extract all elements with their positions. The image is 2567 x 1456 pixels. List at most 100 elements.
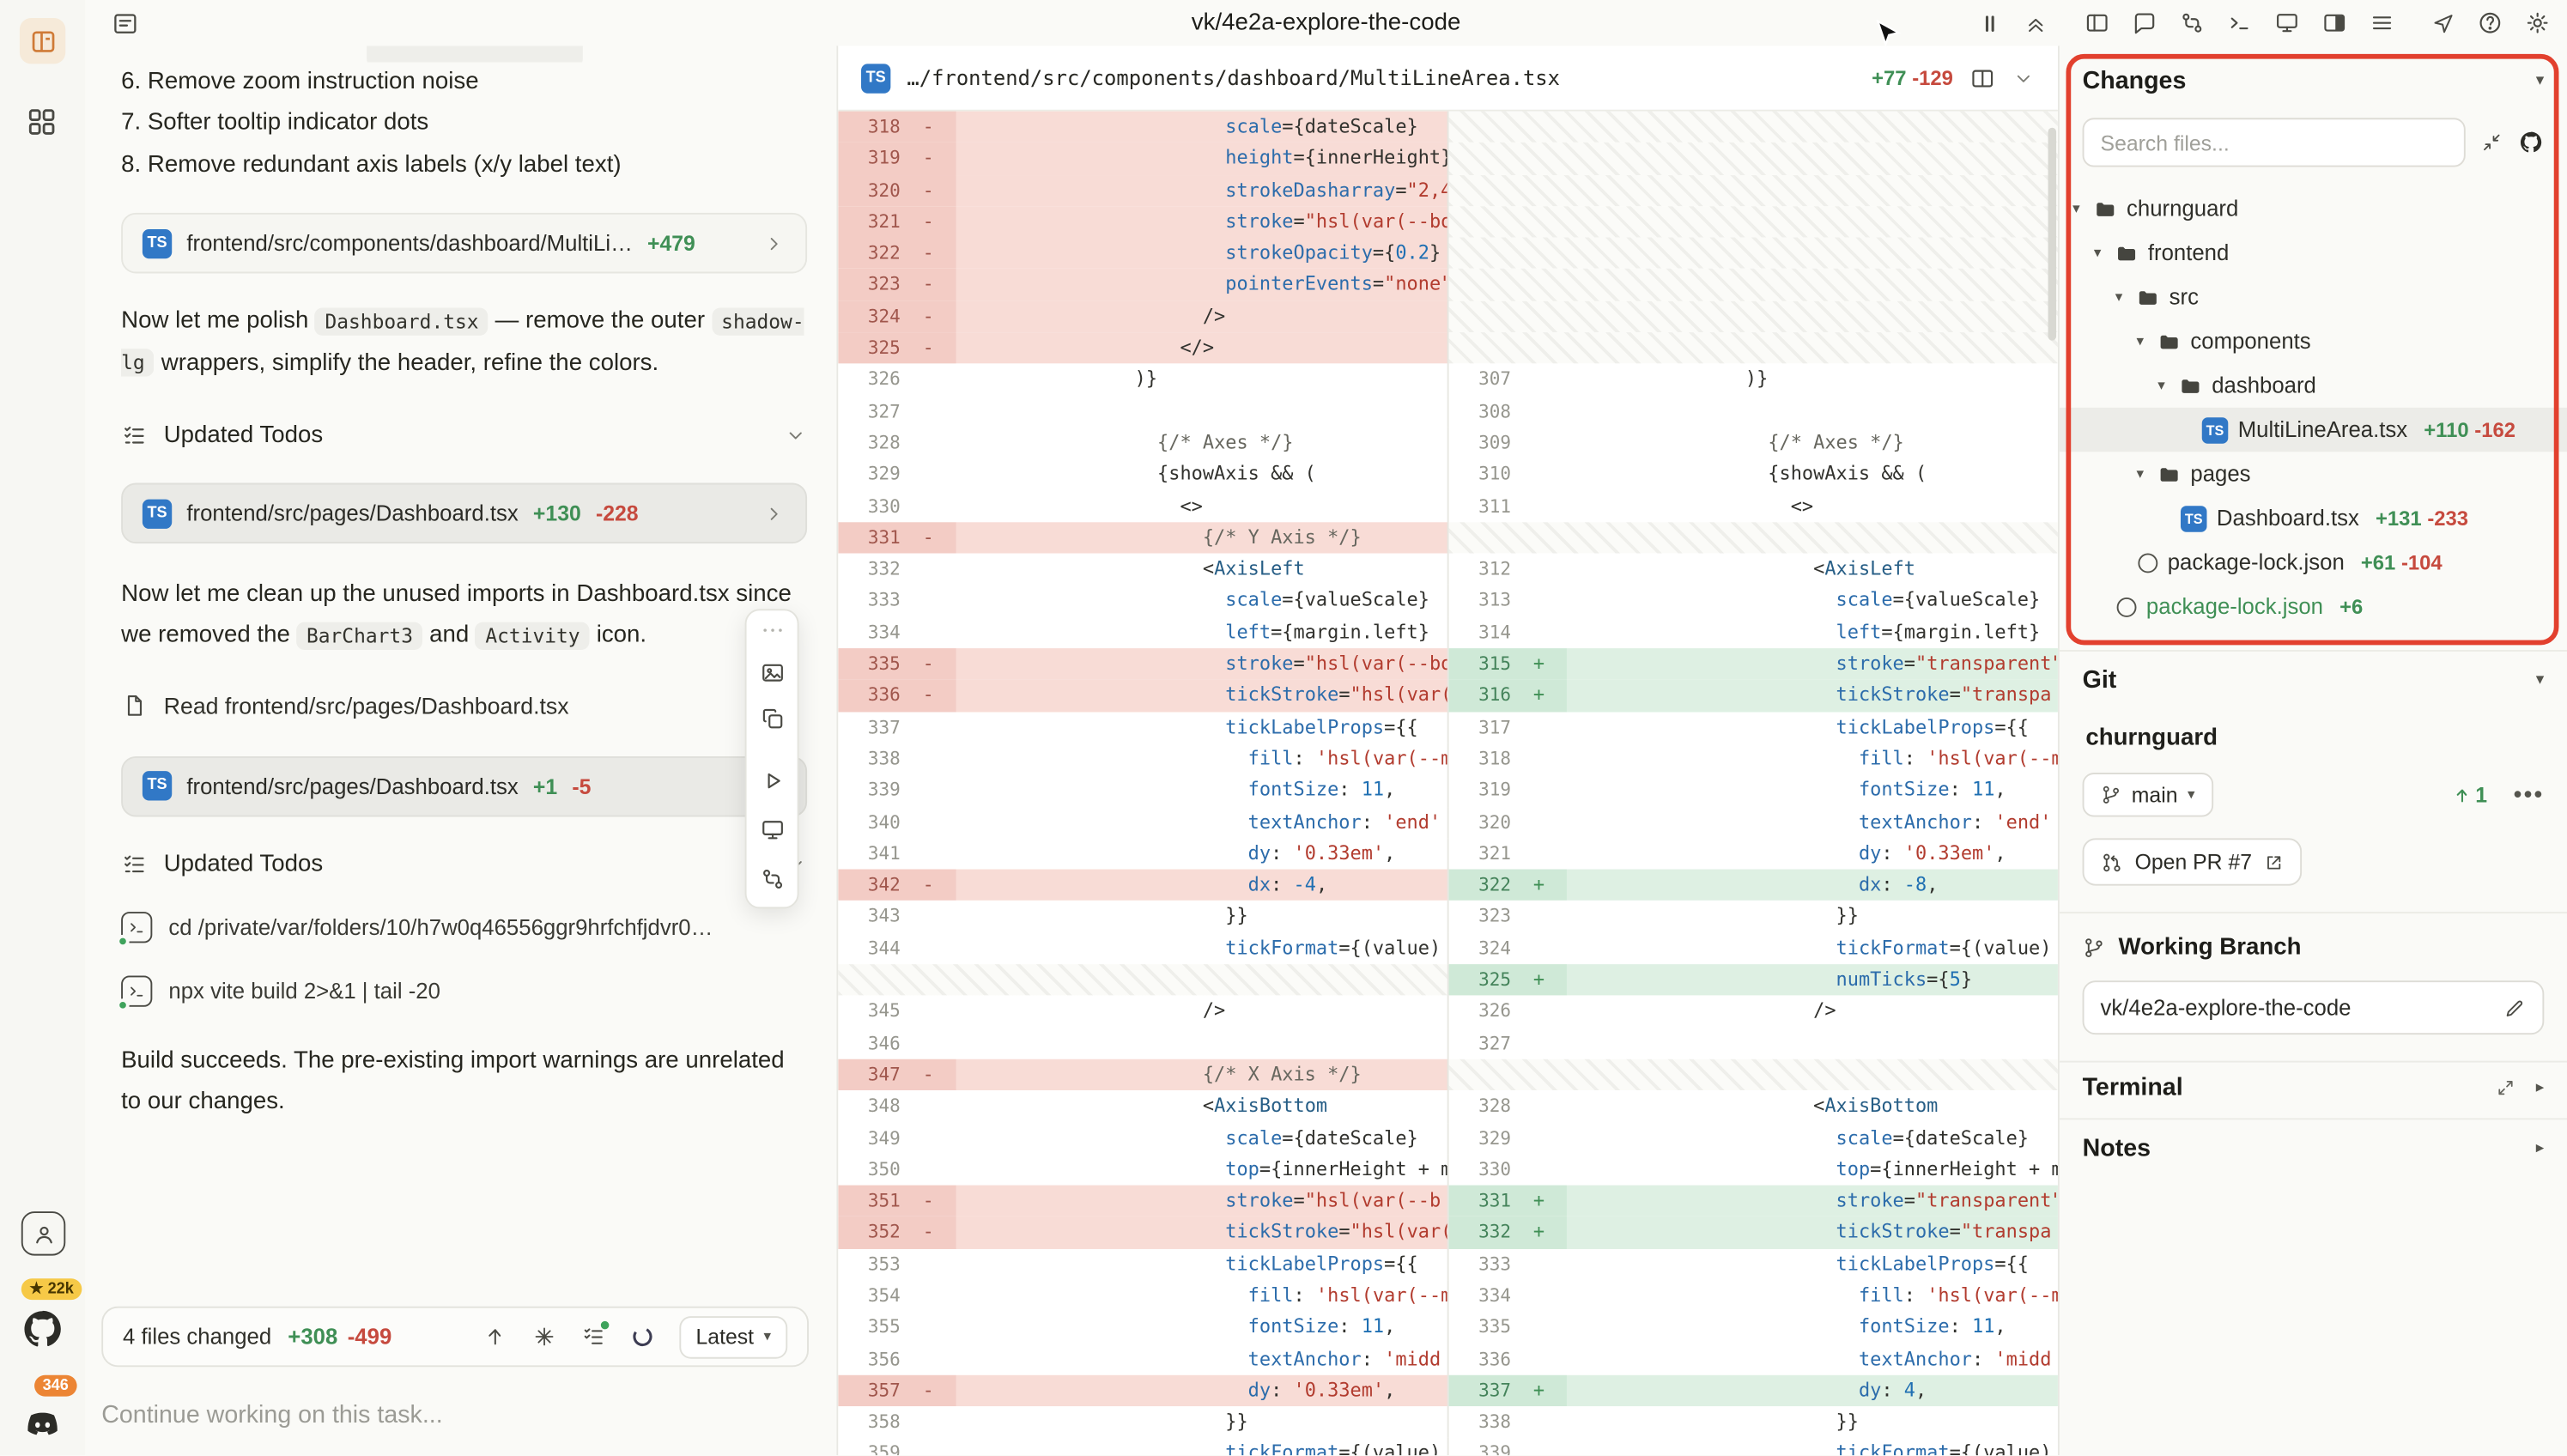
pause-icon[interactable]	[1978, 10, 2003, 35]
tree-item-multilinearea.tsx[interactable]: TSMultiLineArea.tsx+110 -162	[2060, 408, 2567, 452]
branch-selector[interactable]: main ▾	[2083, 773, 2213, 816]
app-icon[interactable]	[20, 18, 65, 64]
changes-status-bar[interactable]: 4 files changed +308 -499 Latest▾	[101, 1307, 809, 1368]
chevron-down-icon[interactable]	[784, 424, 807, 447]
arrow-up-icon[interactable]	[483, 1325, 508, 1350]
screenshot-icon[interactable]	[760, 659, 786, 686]
file-diff-card[interactable]: TS frontend/src/pages/Dashboard.tsx +130…	[121, 483, 807, 544]
chevron-down-icon[interactable]: ▾	[2157, 377, 2179, 395]
chevron-down-icon[interactable]: ▾	[2136, 465, 2157, 483]
todos-icon[interactable]	[581, 1325, 606, 1350]
chevron-right-icon[interactable]	[763, 232, 786, 255]
share-icon[interactable]	[2431, 10, 2456, 35]
diff-line-removed: 324- />	[838, 300, 1448, 332]
pr-row: Open PR #7	[2083, 838, 2545, 885]
terminal-command-row[interactable]: cd /private/var/folders/10/h7w0q46556ggr…	[121, 908, 807, 948]
file-diff-card[interactable]: TS frontend/src/components/dashboard/Mul…	[121, 213, 807, 274]
working-branch-input[interactable]	[2101, 995, 2491, 1020]
asterisk-icon[interactable]	[532, 1325, 557, 1350]
play-icon[interactable]	[760, 767, 786, 794]
terminal-section-header[interactable]: Terminal ▸	[2060, 1063, 2567, 1112]
change-counts: +131 -233	[2376, 507, 2468, 530]
topbar: vk/4e2a-explore-the-code	[85, 0, 2567, 46]
diff-line-context: 356 textAnchor: 'midd	[838, 1344, 1448, 1375]
chevron-down-icon[interactable]: ▾	[2536, 670, 2545, 689]
git-section-header[interactable]: Git ▾	[2060, 658, 2567, 701]
panel-left-icon[interactable]	[2084, 9, 2110, 36]
chevron-down-icon[interactable]	[2012, 66, 2036, 89]
tree-item-src[interactable]: ▾src	[2060, 275, 2567, 318]
pencil-icon[interactable]	[2503, 996, 2527, 1019]
diff-row: 345 />326 />	[838, 996, 2058, 1028]
terminal-prompt-icon[interactable]	[2226, 9, 2253, 36]
left-rail: ★ 22k 346	[0, 0, 85, 1455]
chevron-right-icon[interactable]: ▸	[2536, 1138, 2545, 1156]
tree-item-churnguard[interactable]: ▾churnguard	[2060, 186, 2567, 230]
search-input[interactable]	[2083, 118, 2466, 167]
chevron-down-icon[interactable]: ▾	[2536, 71, 2545, 89]
inline-code: BarChart3	[297, 622, 423, 649]
diff-line-context: 339 tickFormat={(value)	[1449, 1438, 2058, 1455]
tree-item-package-lock.json[interactable]: package-lock.json+6	[2060, 585, 2567, 628]
git-compare-icon[interactable]	[760, 866, 786, 893]
chevron-down-icon[interactable]: ▾	[2115, 288, 2137, 306]
updated-todos-row[interactable]: Updated Todos	[121, 415, 807, 458]
branch-row: main ▾ 1 •••	[2083, 773, 2545, 816]
tree-item-pages[interactable]: ▾pages	[2060, 452, 2567, 495]
tree-item-frontend[interactable]: ▾ frontend	[2060, 231, 2567, 275]
git-compare-icon[interactable]	[2179, 9, 2206, 36]
updated-todos-row[interactable]: Updated Todos	[121, 843, 807, 886]
chevron-down-icon[interactable]: ▾	[2072, 200, 2094, 218]
read-file-row[interactable]: Read frontend/src/pages/Dashboard.tsx	[121, 684, 807, 727]
chevron-down-icon[interactable]: ▾	[2136, 332, 2157, 350]
monitor-icon[interactable]	[2274, 9, 2301, 36]
panel-right-icon[interactable]	[2321, 9, 2348, 36]
diff-line-context: 329 {showAxis && (	[838, 458, 1448, 490]
clipped-line	[121, 46, 807, 62]
file-label: frontend	[2148, 240, 2229, 265]
latest-dropdown[interactable]: Latest▾	[679, 1315, 787, 1358]
tree-item-components[interactable]: ▾components	[2060, 319, 2567, 363]
copy-icon[interactable]	[760, 706, 786, 732]
scrollbar-thumb[interactable]	[2048, 128, 2057, 341]
diff-line-context: 348 <AxisBottom	[838, 1090, 1448, 1122]
menu-icon[interactable]	[2369, 9, 2395, 36]
more-dots-icon[interactable]: •••	[2514, 781, 2545, 809]
tree-item-package-lock.json[interactable]: package-lock.json+61 -104	[2060, 540, 2567, 584]
person-icon[interactable]	[21, 1211, 65, 1255]
file-diff-card[interactable]: TS frontend/src/pages/Dashboard.tsx +1 -…	[121, 756, 807, 817]
discord-icon[interactable]	[20, 1401, 65, 1447]
diff-line-context: 355 fontSize: 11,	[838, 1312, 1448, 1344]
changes-section-header[interactable]: Changes ▾	[2060, 59, 2567, 102]
monitor-icon[interactable]	[760, 817, 786, 844]
chevron-right-icon[interactable]	[763, 502, 786, 525]
collapse-up-icon[interactable]	[2024, 10, 2048, 35]
chevron-down-icon[interactable]: ▾	[2094, 244, 2115, 262]
github-icon[interactable]	[20, 1307, 65, 1352]
message-input[interactable]	[101, 1401, 809, 1429]
cat-icon[interactable]	[2518, 130, 2545, 156]
chat-panel: 6. Remove zoom instruction noise 7. Soft…	[85, 46, 838, 1455]
additions-count: +479	[647, 231, 695, 256]
open-pr-button[interactable]: Open PR #7	[2083, 838, 2302, 885]
chevron-right-icon[interactable]: ▸	[2536, 1078, 2545, 1096]
expand-icon[interactable]	[2495, 1077, 2516, 1098]
diff-line-removed: 320- strokeDasharray="2,4	[838, 174, 1448, 206]
grid-icon[interactable]	[25, 105, 59, 139]
checklist-icon	[121, 422, 148, 449]
help-icon[interactable]	[2477, 9, 2503, 36]
read-file-label: Read frontend/src/pages/Dashboard.tsx	[164, 692, 569, 719]
diff-line-context: 358 }}	[838, 1406, 1448, 1438]
collapse-all-icon[interactable]	[2480, 131, 2503, 155]
split-view-icon[interactable]	[1969, 64, 1996, 91]
terminal-command-row[interactable]: npx vite build 2>&1 | tail -20	[121, 972, 807, 1011]
chevron-down-icon: ▾	[2188, 786, 2195, 804]
more-dots-icon[interactable]	[760, 617, 786, 644]
tree-item-dashboard.tsx[interactable]: TSDashboard.tsx+131 -233	[2060, 496, 2567, 540]
diff-line-context: 344 tickFormat={(value)	[838, 932, 1448, 964]
tree-item-dashboard[interactable]: ▾dashboard	[2060, 363, 2567, 407]
chat-bubble-icon[interactable]	[2132, 9, 2158, 36]
settings-gear-icon[interactable]	[2524, 9, 2551, 36]
notes-section-header[interactable]: Notes ▸	[2060, 1123, 2567, 1172]
diff-line-context: 353 tickLabelProps={{	[838, 1248, 1448, 1280]
